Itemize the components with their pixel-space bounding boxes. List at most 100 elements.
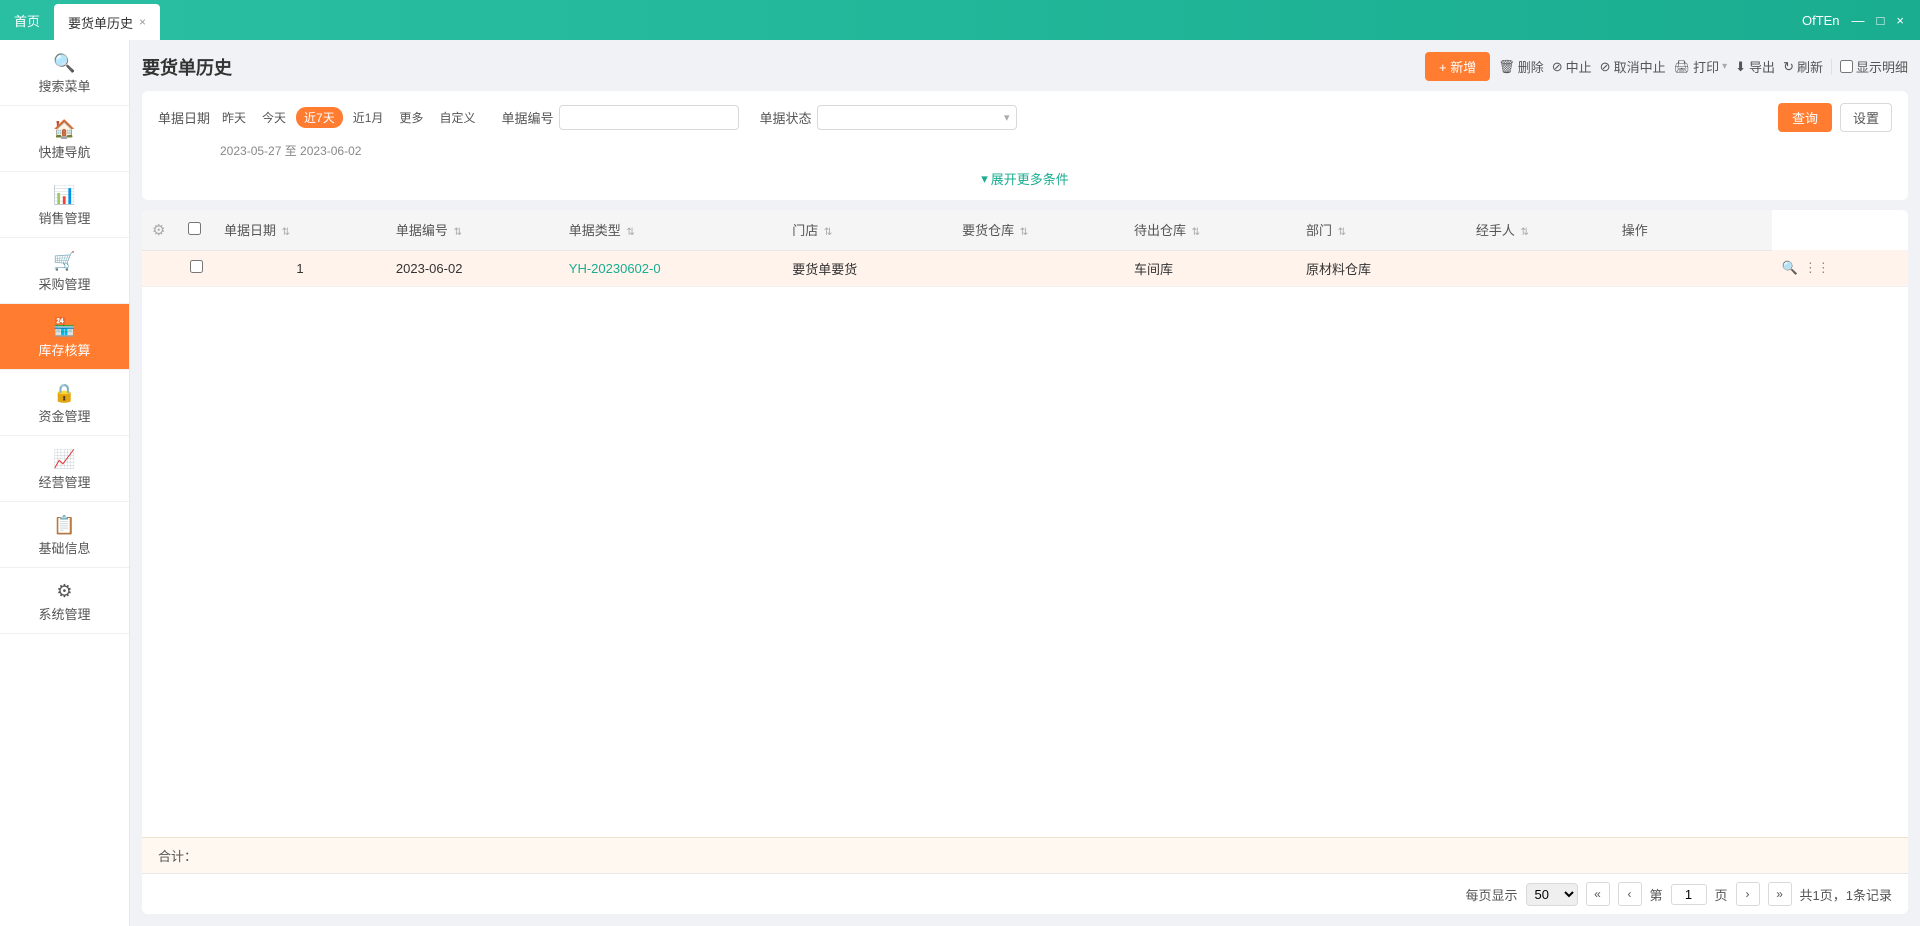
- delete-button[interactable]: 🗑 删除: [1498, 57, 1544, 76]
- shortcut-today[interactable]: 今天: [256, 107, 292, 128]
- clipboard-icon: 📋: [53, 516, 75, 534]
- table-head: ⚙ 单据日期 ⇅ 单据编号 ⇅: [142, 210, 1908, 250]
- sidebar-label-sales: 销售管理: [38, 208, 90, 227]
- sidebar-item-system[interactable]: ⚙ 系统管理: [0, 568, 129, 634]
- stop-icon: ⊘: [1552, 59, 1563, 75]
- shortcut-7days[interactable]: 近7天: [296, 107, 343, 128]
- minimize-btn[interactable]: —: [1852, 13, 1865, 28]
- row-checkbox[interactable]: [178, 250, 214, 286]
- prev-page-btn[interactable]: ‹: [1618, 882, 1642, 906]
- sidebar-item-inventory[interactable]: 🏪 库存核算: [0, 304, 129, 370]
- cancel-stop-button[interactable]: ⊘ 取消中止: [1600, 57, 1666, 76]
- filter-row-main: 单据日期 昨天 今天 近7天 近1月 更多 自定义 单据编号: [158, 103, 1892, 132]
- sidebar-item-search-menu[interactable]: 🔍 搜索菜单: [0, 40, 129, 106]
- sort-date-icon[interactable]: ⇅: [282, 227, 290, 238]
- cell-handler: [1612, 250, 1772, 286]
- sidebar-label-search-menu: 搜索菜单: [38, 76, 90, 95]
- th-pending-warehouse: 待出仓库 ⇅: [1124, 210, 1296, 250]
- query-button[interactable]: 查询: [1778, 103, 1832, 132]
- sort-type-icon[interactable]: ⇅: [626, 227, 634, 238]
- sort-pendingwh-icon[interactable]: ⇅: [1192, 227, 1200, 238]
- table-body: 1 2023-06-02 YH-20230602-0 要货单要货 车间库 原材料…: [142, 250, 1908, 286]
- sidebar-item-operation[interactable]: 📈 经营管理: [0, 436, 129, 502]
- stop-button[interactable]: ⊘ 中止: [1552, 57, 1592, 76]
- tab-close-icon[interactable]: ×: [139, 15, 146, 29]
- cell-req-warehouse: 车间库: [1124, 250, 1296, 286]
- sidebar-item-purchase[interactable]: 🛒 采购管理: [0, 238, 129, 304]
- print-dropdown-icon: ▾: [1722, 61, 1727, 72]
- sidebar-label-operation: 经营管理: [38, 472, 90, 491]
- sidebar-item-quick-nav[interactable]: 🏠 快捷导航: [0, 106, 129, 172]
- export-button[interactable]: ⬇ 导出: [1735, 57, 1775, 76]
- cell-store: [952, 250, 1124, 286]
- order-no-link[interactable]: YH-20230602-0: [569, 261, 661, 276]
- sort-store-icon[interactable]: ⇅: [824, 227, 832, 238]
- sort-reqwh-icon[interactable]: ⇅: [1020, 227, 1028, 238]
- maximize-btn[interactable]: □: [1877, 13, 1885, 28]
- table-row: 1 2023-06-02 YH-20230602-0 要货单要货 车间库 原材料…: [142, 250, 1908, 286]
- toolbar-divider: [1831, 59, 1832, 75]
- store-icon: 🏪: [53, 318, 75, 336]
- view-action-icon[interactable]: 🔍: [1782, 260, 1798, 276]
- page-title-row: 要货单历史 + 新增 🗑 删除 ⊘ 中止 ⊘ 取消中止 🖨 打印: [142, 52, 1908, 81]
- th-req-warehouse: 要货仓库 ⇅: [952, 210, 1124, 250]
- col-settings[interactable]: ⚙: [142, 210, 178, 250]
- print-button[interactable]: 🖨 打印 ▾: [1674, 57, 1728, 76]
- th-type: 单据类型 ⇅: [559, 210, 782, 250]
- select-all-checkbox[interactable]: [188, 222, 201, 235]
- sort-orderno-icon[interactable]: ⇅: [454, 227, 462, 238]
- gear-icon: ⚙: [56, 582, 72, 600]
- status-filter: 单据状态: [759, 105, 1017, 130]
- show-detail-input[interactable]: [1840, 60, 1853, 73]
- cell-date: 2023-06-02: [386, 250, 559, 286]
- sidebar-item-sales[interactable]: 📊 销售管理: [0, 172, 129, 238]
- sidebar-label-quick-nav: 快捷导航: [38, 142, 90, 161]
- delete-icon: 🗑: [1498, 59, 1515, 75]
- show-detail-checkbox[interactable]: 显示明细: [1840, 57, 1908, 76]
- sidebar-label-finance: 资金管理: [38, 406, 90, 425]
- sort-dept-icon[interactable]: ⇅: [1338, 227, 1346, 238]
- pagination-bar: 每页显示 102050100 « ‹ 第 页 › » 共1页，1条记录: [142, 873, 1908, 914]
- more-action-icon[interactable]: ⋮⋮: [1804, 260, 1830, 276]
- tab-home[interactable]: 首页: [0, 0, 54, 40]
- refresh-button[interactable]: ↻ 刷新: [1783, 57, 1823, 76]
- sidebar-label-inventory: 库存核算: [38, 340, 90, 359]
- th-order-no: 单据编号 ⇅: [386, 210, 559, 250]
- sidebar-item-basic[interactable]: 📋 基础信息: [0, 502, 129, 568]
- per-page-select[interactable]: 102050100: [1526, 883, 1578, 906]
- settings-filter-button[interactable]: 设置: [1840, 103, 1892, 132]
- sidebar-label-purchase: 采购管理: [38, 274, 90, 293]
- total-info: 共1页，1条记录: [1800, 885, 1892, 904]
- cell-department: [1466, 250, 1612, 286]
- th-date: 单据日期 ⇅: [214, 210, 386, 250]
- status-select[interactable]: [817, 105, 1017, 130]
- col-checkbox[interactable]: [178, 210, 214, 250]
- table-scroll[interactable]: ⚙ 单据日期 ⇅ 单据编号 ⇅: [142, 210, 1908, 837]
- order-no-input[interactable]: [559, 105, 739, 130]
- tab-active[interactable]: 要货单历史 ×: [54, 4, 160, 40]
- lock-icon: 🔒: [53, 384, 75, 402]
- add-button[interactable]: + 新增: [1425, 52, 1490, 81]
- first-page-btn[interactable]: «: [1586, 882, 1610, 906]
- cell-order-no[interactable]: YH-20230602-0: [559, 250, 782, 286]
- window-close-btn[interactable]: ×: [1896, 13, 1904, 28]
- table-settings-icon[interactable]: ⚙: [152, 222, 165, 239]
- shortcut-custom[interactable]: 自定义: [433, 107, 481, 128]
- sidebar-label-system: 系统管理: [38, 604, 90, 623]
- last-page-btn[interactable]: »: [1768, 882, 1792, 906]
- th-action: 操作: [1612, 210, 1772, 250]
- shortcut-more[interactable]: 更多: [393, 107, 429, 128]
- cell-pending-warehouse: 原材料仓库: [1296, 250, 1466, 286]
- expand-more-btn[interactable]: ▾ 展开更多条件: [981, 169, 1069, 188]
- shortcut-1month[interactable]: 近1月: [347, 107, 390, 128]
- next-page-btn[interactable]: ›: [1736, 882, 1760, 906]
- page-input[interactable]: [1671, 884, 1707, 905]
- sort-handler-icon[interactable]: ⇅: [1520, 227, 1528, 238]
- shortcut-yesterday[interactable]: 昨天: [216, 107, 252, 128]
- sidebar-item-finance[interactable]: 🔒 资金管理: [0, 370, 129, 436]
- cell-action: 🔍 ⋮⋮: [1772, 250, 1908, 286]
- page-jump-label: 第: [1650, 885, 1663, 904]
- export-icon: ⬇: [1735, 59, 1746, 75]
- search-icon: 🔍: [53, 54, 75, 72]
- per-page-label: 每页显示: [1465, 885, 1517, 904]
